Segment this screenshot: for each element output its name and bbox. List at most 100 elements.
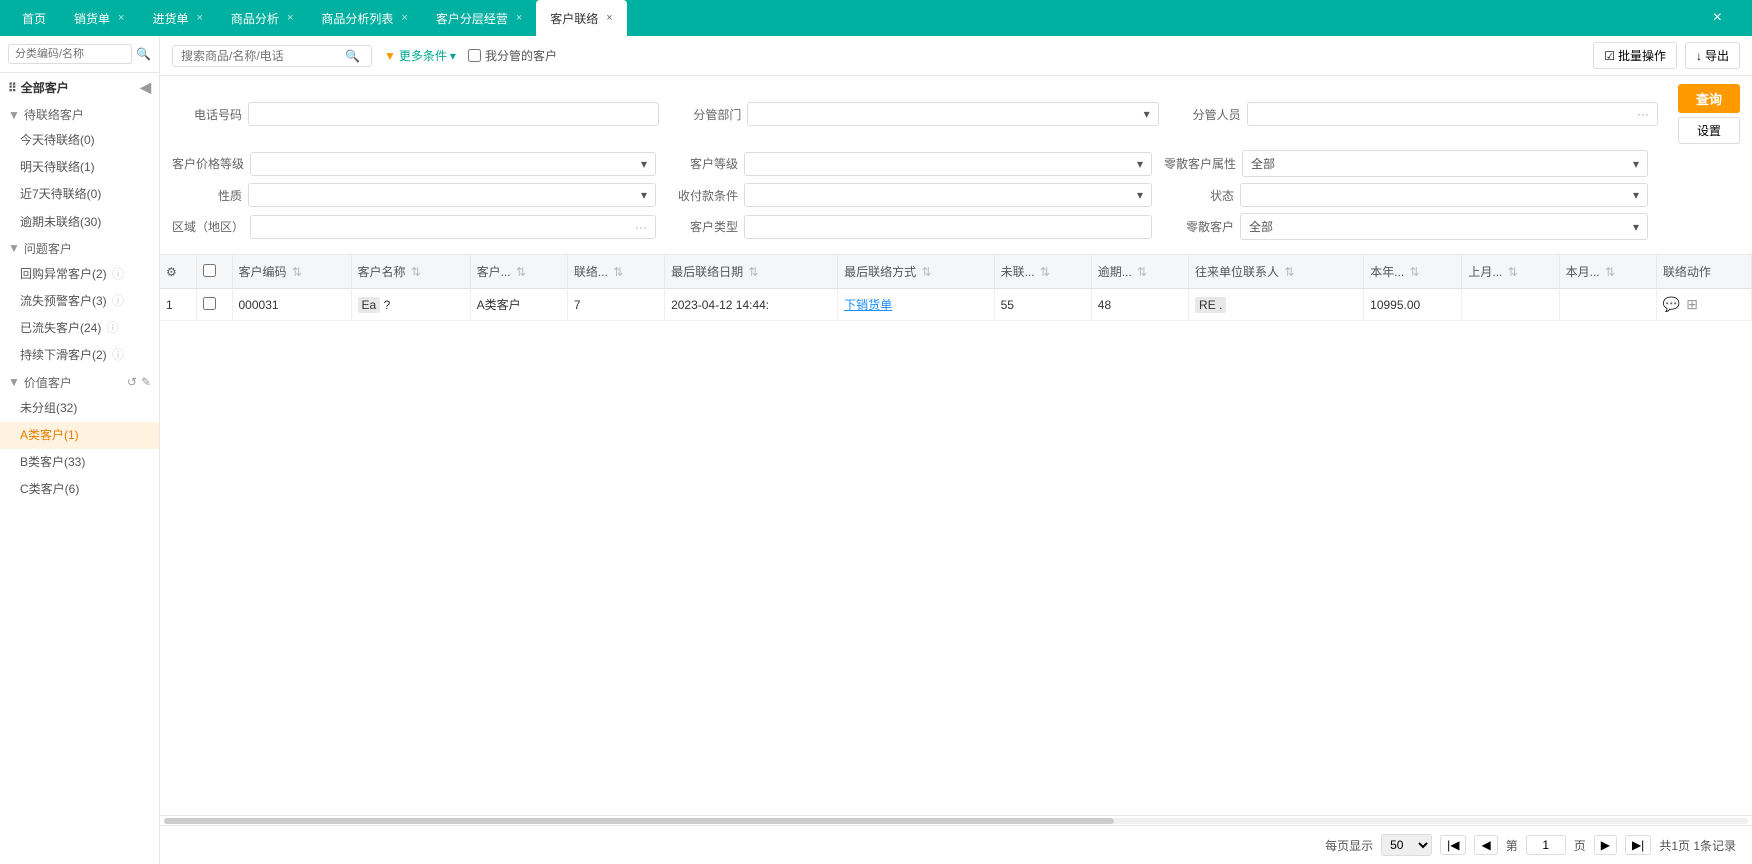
nav-tab-sales[interactable]: 销货单 ×	[60, 0, 138, 36]
sidebar-group-pending[interactable]: ▼ 待联络客户	[0, 102, 159, 127]
sort-year-icon[interactable]: ⇅	[1410, 265, 1420, 279]
sidebar-item-class-c[interactable]: C类客户(6)	[0, 476, 159, 503]
sidebar-item-tomorrow[interactable]: 明天待联络(1)	[0, 154, 159, 181]
phone-input[interactable]	[248, 102, 659, 126]
close-customer-mgmt-icon[interactable]: ×	[516, 12, 522, 24]
filter-cell-manager: 分管人员 ···	[1171, 102, 1670, 126]
sidebar-item-churned-label: 已流失客户(24)	[20, 321, 101, 335]
sidebar-item-7days[interactable]: 近7天待联络(0)	[0, 181, 159, 208]
dept-dropdown[interactable]	[747, 102, 1158, 126]
close-analysis-list-icon[interactable]: ×	[401, 12, 407, 24]
batch-operation-btn[interactable]: ☑ 批量操作	[1593, 42, 1677, 69]
sidebar-search-icon[interactable]: 🔍	[136, 47, 151, 61]
first-page-btn[interactable]: |◀	[1440, 835, 1466, 855]
chat-icon[interactable]: 💬	[1663, 296, 1680, 313]
page-number-input[interactable]	[1526, 835, 1566, 855]
nav-tab-analysis[interactable]: 商品分析 ×	[217, 0, 307, 36]
main-search-icon[interactable]: 🔍	[345, 49, 360, 63]
retail-attr-dropdown[interactable]: 全部	[1242, 150, 1648, 177]
my-customer-checkbox[interactable]: 我分管的客户	[468, 47, 557, 64]
sidebar-item-ungrouped[interactable]: 未分组(32)	[0, 395, 159, 422]
price-grade-dropdown[interactable]	[250, 152, 656, 176]
td-checkbox[interactable]	[196, 289, 232, 321]
export-btn[interactable]: ↓ 导出	[1685, 42, 1740, 69]
qrcode-icon[interactable]: ⊞	[1686, 296, 1698, 313]
nature-dropdown[interactable]	[248, 183, 656, 207]
sort-contact-icon[interactable]: ⇅	[613, 265, 623, 279]
query-btn[interactable]: 查询	[1678, 84, 1740, 113]
scrollbar-thumb[interactable]	[164, 818, 1114, 824]
last-contact-way-link[interactable]: 下销货单	[844, 298, 892, 312]
sidebar-item-class-b-label: B类客户(33)	[20, 455, 85, 469]
sidebar-item-today[interactable]: 今天待联络(0)	[0, 127, 159, 154]
region-input[interactable]: ···	[250, 215, 656, 239]
close-sales-icon[interactable]: ×	[118, 12, 124, 24]
sort-uncontacted-icon[interactable]: ⇅	[1040, 265, 1050, 279]
main-search-input[interactable]	[181, 49, 341, 63]
sidebar-search-input[interactable]	[8, 44, 132, 64]
manager-input[interactable]: ···	[1247, 102, 1658, 126]
prev-page-btn[interactable]: ◀	[1474, 835, 1497, 855]
more-filter-btn[interactable]: ▼ 更多条件 ▾	[384, 47, 456, 64]
row-checkbox[interactable]	[203, 297, 216, 310]
retail-attr-chevron-icon	[1633, 157, 1639, 171]
refresh-icon[interactable]: ↺	[127, 375, 137, 389]
sidebar-item-class-a[interactable]: A类客户(1)	[0, 422, 159, 449]
sidebar-item-churned[interactable]: 已流失客户(24) ⓘ	[0, 315, 159, 342]
th-checkbox[interactable]	[196, 255, 232, 289]
payment-dropdown[interactable]	[744, 183, 1152, 207]
status-chevron-icon	[1633, 188, 1639, 202]
sort-contacts-icon[interactable]: ⇅	[1284, 265, 1294, 279]
th-last-month: 上月... ⇅	[1462, 255, 1559, 289]
sort-code-icon[interactable]: ⇅	[292, 265, 302, 279]
select-all-checkbox[interactable]	[203, 264, 216, 277]
sort-name-icon[interactable]: ⇅	[411, 265, 421, 279]
th-settings[interactable]: ⚙	[160, 255, 196, 289]
collapse-icon[interactable]: ◀	[140, 79, 151, 96]
nav-tab-purchase[interactable]: 进货单 ×	[138, 0, 216, 36]
close-analysis-icon[interactable]: ×	[287, 12, 293, 24]
nav-tab-customer-mgmt[interactable]: 客户分层经营 ×	[422, 0, 536, 36]
settings-icon[interactable]: ⚙	[166, 265, 177, 279]
filter-cell-region: 区域（地区） ···	[172, 215, 668, 239]
sort-overdue-icon[interactable]: ⇅	[1137, 265, 1147, 279]
sidebar-item-overdue[interactable]: 逾期未联络(30)	[0, 209, 159, 236]
th-not-contacted: 未联... ⇅	[994, 255, 1091, 289]
nav-tab-analysis-list[interactable]: 商品分析列表 ×	[307, 0, 421, 36]
dept-chevron-icon	[1144, 107, 1150, 121]
sort-lastmonth-icon[interactable]: ⇅	[1508, 265, 1518, 279]
sidebar-item-repurchase[interactable]: 回购异常客户(2) ⓘ	[0, 261, 159, 288]
close-customer-contact-icon[interactable]: ×	[606, 12, 612, 24]
sidebar-item-ungrouped-label: 未分组(32)	[20, 401, 77, 415]
sort-type-icon[interactable]: ⇅	[516, 265, 526, 279]
filter-row-2: 客户价格等级 客户等级 零散客户属性 全部	[172, 150, 1740, 177]
customer-table: ⚙ 客户编码 ⇅ 客户名称 ⇅	[160, 255, 1752, 321]
customer-type-input[interactable]	[744, 215, 1152, 239]
sort-way-icon[interactable]: ⇅	[921, 265, 931, 279]
retail-dropdown[interactable]: 全部	[1240, 213, 1648, 240]
horizontal-scrollbar[interactable]	[160, 815, 1752, 825]
edit-icon[interactable]: ✎	[141, 375, 151, 389]
next-page-btn[interactable]: ▶	[1594, 835, 1617, 855]
nav-tab-home[interactable]: 首页	[8, 0, 60, 36]
sidebar-group-value[interactable]: ▼ 价值客户 ↺ ✎	[0, 370, 159, 395]
nav-tab-customer-contact[interactable]: 客户联络 ×	[536, 0, 626, 36]
last-page-btn[interactable]: ▶|	[1625, 835, 1651, 855]
sidebar-item-declining[interactable]: 持续下滑客户(2) ⓘ	[0, 342, 159, 369]
sort-thismonth-icon[interactable]: ⇅	[1605, 265, 1615, 279]
my-customer-check[interactable]	[468, 49, 481, 62]
sidebar-item-churning[interactable]: 流失预警客户(3) ⓘ	[0, 288, 159, 315]
close-all-tabs-icon[interactable]: ×	[1713, 9, 1722, 27]
sort-date-icon[interactable]: ⇅	[748, 265, 758, 279]
status-dropdown[interactable]	[1240, 183, 1648, 207]
td-customer-type: A类客户	[470, 289, 567, 321]
sidebar-item-class-b[interactable]: B类客户(33)	[0, 449, 159, 476]
per-page-select[interactable]: 50 100 200	[1381, 834, 1432, 856]
close-purchase-icon[interactable]: ×	[196, 12, 202, 24]
all-customers-label: 全部客户	[21, 79, 69, 96]
setting-btn[interactable]: 设置	[1678, 117, 1740, 144]
sidebar-group-problem[interactable]: ▼ 问题客户	[0, 236, 159, 261]
all-customers-header[interactable]: ⠿ 全部客户 ◀	[0, 73, 159, 102]
customer-grade-dropdown[interactable]	[744, 152, 1152, 176]
th-contact-count: 联络... ⇅	[567, 255, 664, 289]
